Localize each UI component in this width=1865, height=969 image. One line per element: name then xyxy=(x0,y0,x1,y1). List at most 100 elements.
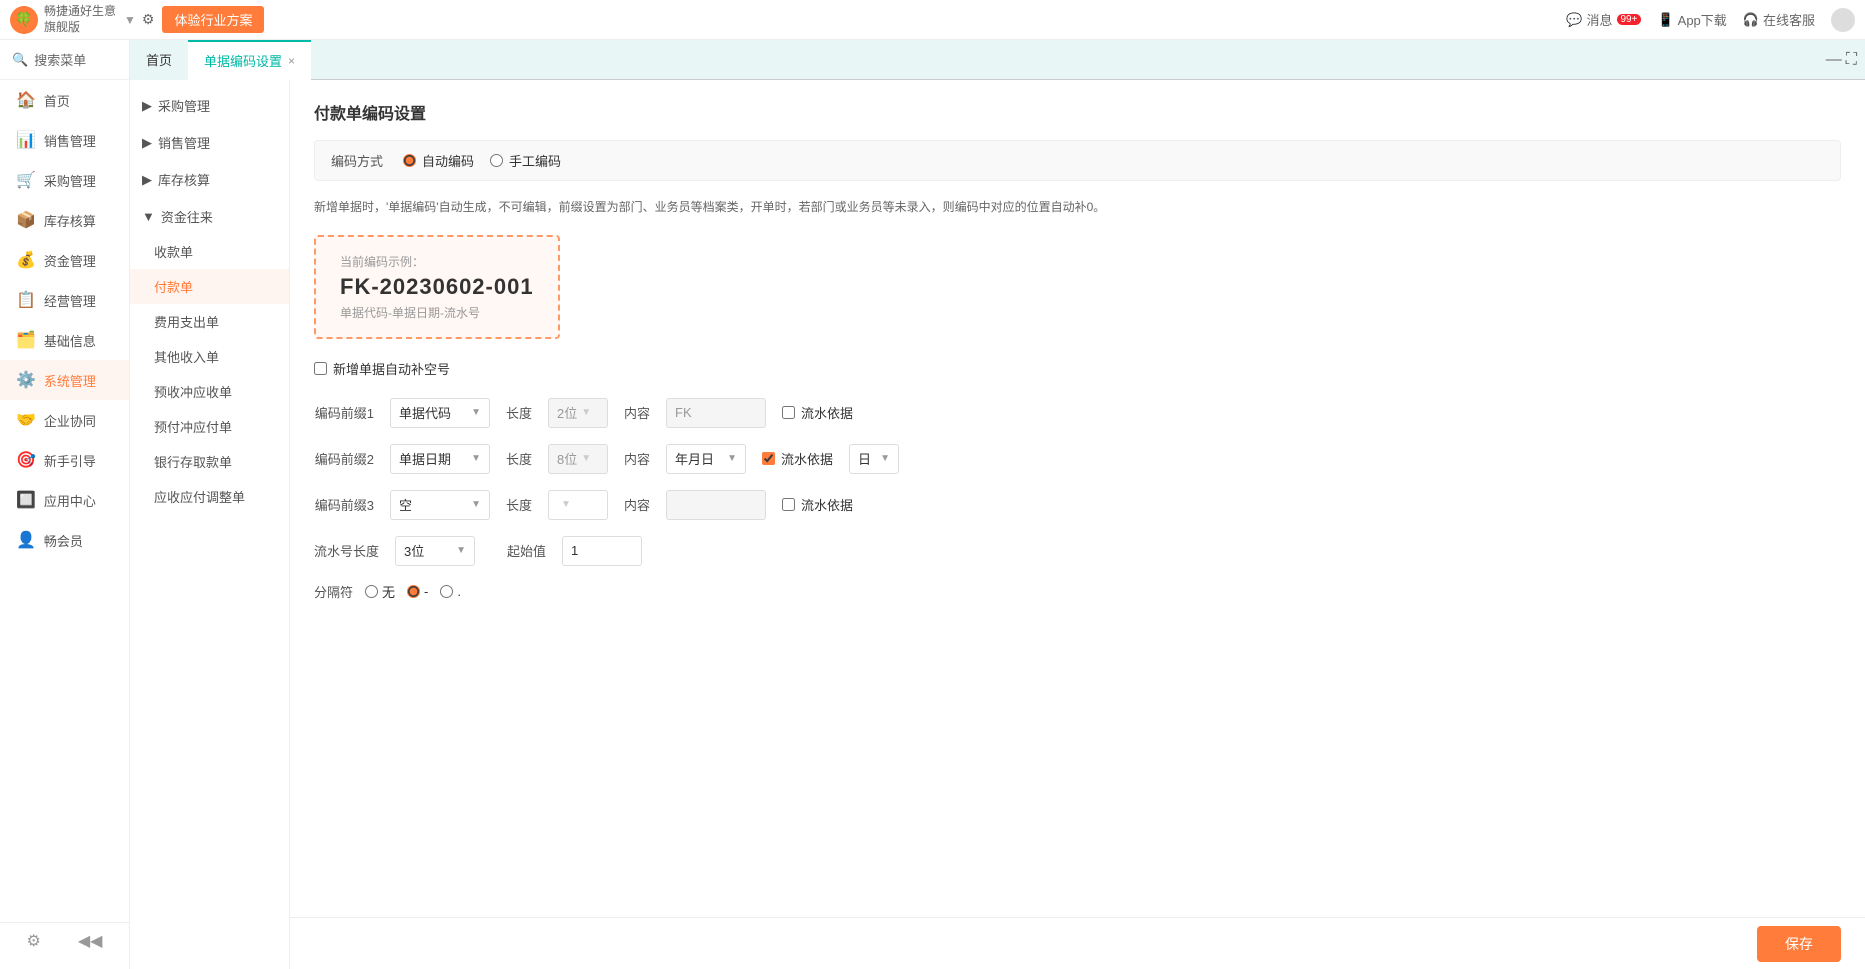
inventory-icon: 📦 xyxy=(16,210,36,230)
sidebar-item-pre-receive[interactable]: 预收冲应收单 xyxy=(130,374,289,409)
stream2-period-select[interactable]: 日 ▼ xyxy=(849,444,899,474)
prefix2-select[interactable]: 单据日期 ▼ xyxy=(390,444,490,474)
sidebar-item-other-income[interactable]: 其他收入单 xyxy=(130,339,289,374)
sidebar-item-enterprise[interactable]: 🤝 企业协同 xyxy=(0,400,129,440)
stream2-checkbox-group: 流水依据 xyxy=(762,449,833,468)
description-text: 新增单据时，'单据编码'自动生成，不可编辑，前缀设置为部门、业务员等档案类，开单… xyxy=(314,197,1841,219)
length2-arrow: ▼ xyxy=(581,453,591,464)
auto-encoding-label[interactable]: 自动编码 xyxy=(403,151,474,170)
form-wrapper: 付款单编码设置 编码方式 自动编码 手工编码 xyxy=(290,80,1865,969)
length3-label: 长度 xyxy=(506,495,532,514)
manual-encoding-label[interactable]: 手工编码 xyxy=(490,151,561,170)
group-capital-header[interactable]: ▼ 资金往来 xyxy=(130,199,289,234)
separator-none-radio[interactable] xyxy=(365,585,378,598)
separator-none-label[interactable]: 无 xyxy=(365,582,395,601)
group-purchase-arrow: ▶ xyxy=(142,98,152,114)
message-icon: 💬 xyxy=(1566,12,1582,28)
length1-arrow: ▼ xyxy=(581,407,591,418)
stream3-checkbox-group: 流水依据 xyxy=(782,495,853,514)
manual-encoding-radio[interactable] xyxy=(490,154,503,167)
length3-input[interactable]: ▼ xyxy=(548,490,608,520)
sidebar-item-pre-pay[interactable]: 预付冲应付单 xyxy=(130,409,289,444)
app-download-button[interactable]: 📱 App下载 xyxy=(1657,10,1726,29)
sidebar-item-apps[interactable]: 🔲 应用中心 xyxy=(0,480,129,520)
separator-dot-label[interactable]: . xyxy=(440,584,461,599)
separator-dash-radio[interactable] xyxy=(407,585,420,598)
sidebar-item-inventory[interactable]: 📦 库存核算 xyxy=(0,200,129,240)
sidebar-item-receipt[interactable]: 收款单 xyxy=(130,234,289,269)
user-avatar[interactable] xyxy=(1831,8,1855,32)
tab-home[interactable]: 首页 xyxy=(130,40,188,80)
sidebar-item-sales[interactable]: 📊 销售管理 xyxy=(0,120,129,160)
sidebar-collapse-icon[interactable]: ◀◀ xyxy=(78,931,103,951)
search-menu[interactable]: 🔍 搜索菜单 xyxy=(0,40,129,80)
online-service-button[interactable]: 🎧 在线客服 xyxy=(1743,10,1815,29)
length1-label: 长度 xyxy=(506,403,532,422)
sidebar-item-finance[interactable]: 💰 资金管理 xyxy=(0,240,129,280)
group-purchase-label: 采购管理 xyxy=(158,96,210,115)
group-purchase: ▶ 采购管理 xyxy=(130,88,289,123)
content3-value xyxy=(666,490,766,520)
stream-length-arrow: ▼ xyxy=(456,545,466,556)
separator-dot-radio[interactable] xyxy=(440,585,453,598)
group-sales-header[interactable]: ▶ 销售管理 xyxy=(130,125,289,160)
tab-maximize-icon[interactable]: ⛶ xyxy=(1846,51,1857,69)
encoding-type-label: 编码方式 xyxy=(331,151,383,170)
sidebar-item-bank[interactable]: 银行存取款单 xyxy=(130,444,289,479)
purchase-icon: 🛒 xyxy=(16,170,36,190)
content2-arrow: ▼ xyxy=(727,453,737,464)
guide-icon: 🎯 xyxy=(16,450,36,470)
sidebar-item-system[interactable]: ⚙️ 系统管理 xyxy=(0,360,129,400)
message-button[interactable]: 💬 消息 99+ xyxy=(1566,10,1641,29)
prefix1-select[interactable]: 单据代码 ▼ xyxy=(390,398,490,428)
sidebar-item-operation[interactable]: 📋 经营管理 xyxy=(0,280,129,320)
group-inventory-header[interactable]: ▶ 库存核算 xyxy=(130,162,289,197)
stream-length-select[interactable]: 3位 ▼ xyxy=(395,536,475,566)
stream1-checkbox[interactable] xyxy=(782,406,795,419)
sidebar-settings-icon[interactable]: ⚙ xyxy=(27,931,41,951)
sales-icon: 📊 xyxy=(16,130,36,150)
prefix3-select[interactable]: 空 ▼ xyxy=(390,490,490,520)
sidebar-item-ar-ap-adjust[interactable]: 应收应付调整单 xyxy=(130,479,289,514)
prefix1-label: 编码前缀1 xyxy=(314,403,374,422)
start-value-label: 起始值 xyxy=(507,541,546,560)
group-inventory-label: 库存核算 xyxy=(158,170,210,189)
content2-select[interactable]: 年月日 ▼ xyxy=(666,444,746,474)
tab-minimize-icon[interactable]: — xyxy=(1826,51,1842,69)
separator-dash-label[interactable]: - xyxy=(407,584,428,599)
sidebar-item-base[interactable]: 🗂️ 基础信息 xyxy=(0,320,129,360)
settings-icon[interactable]: ⚙ xyxy=(142,11,155,28)
group-capital: ▼ 资金往来 收款单 付款单 费用支出单 其他收入单 预收冲应收单 预付冲应付单… xyxy=(130,199,289,514)
prefix2-label: 编码前缀2 xyxy=(314,449,374,468)
dropdown-arrow-icon[interactable]: ▼ xyxy=(124,13,136,27)
sidebar-item-expense[interactable]: 费用支出单 xyxy=(130,304,289,339)
headset-icon: 🎧 xyxy=(1743,12,1759,28)
stream-length-row: 流水号长度 3位 ▼ 起始值 1 xyxy=(314,536,1841,566)
sidebar-item-purchase[interactable]: 🛒 采购管理 xyxy=(0,160,129,200)
topbar-right: 💬 消息 99+ 📱 App下载 🎧 在线客服 xyxy=(1566,8,1855,32)
page-content: ▶ 采购管理 ▶ 销售管理 ▶ 库存核算 xyxy=(130,80,1865,969)
group-capital-label: 资金往来 xyxy=(161,207,213,226)
encoding-radio-group: 自动编码 手工编码 xyxy=(403,151,561,170)
stream3-label: 流水依据 xyxy=(801,495,853,514)
start-value-input[interactable]: 1 xyxy=(562,536,642,566)
auto-encoding-radio[interactable] xyxy=(403,154,416,167)
base-icon: 🗂️ xyxy=(16,330,36,350)
stream2-checkbox[interactable] xyxy=(762,452,775,465)
auto-fill-checkbox[interactable] xyxy=(314,362,327,375)
group-purchase-header[interactable]: ▶ 采购管理 xyxy=(130,88,289,123)
content1-label: 内容 xyxy=(624,403,650,422)
stream3-checkbox[interactable] xyxy=(782,498,795,511)
stream-length-label: 流水号长度 xyxy=(314,541,379,560)
sidebar-item-member[interactable]: 👤 畅会员 xyxy=(0,520,129,560)
length1-input: 2位 ▼ xyxy=(548,398,608,428)
trial-button[interactable]: 体验行业方案 xyxy=(162,6,264,33)
tab-encoding-label: 单据编码设置 xyxy=(204,51,282,70)
sidebar-item-home[interactable]: 🏠 首页 xyxy=(0,80,129,120)
tab-encoding-settings[interactable]: 单据编码设置 × xyxy=(188,40,311,80)
sidebar-item-guide[interactable]: 🎯 新手引导 xyxy=(0,440,129,480)
tab-close-icon[interactable]: × xyxy=(288,54,295,68)
home-icon: 🏠 xyxy=(16,90,36,110)
save-button[interactable]: 保存 xyxy=(1757,926,1841,962)
sidebar-item-payment[interactable]: 付款单 xyxy=(130,269,289,304)
